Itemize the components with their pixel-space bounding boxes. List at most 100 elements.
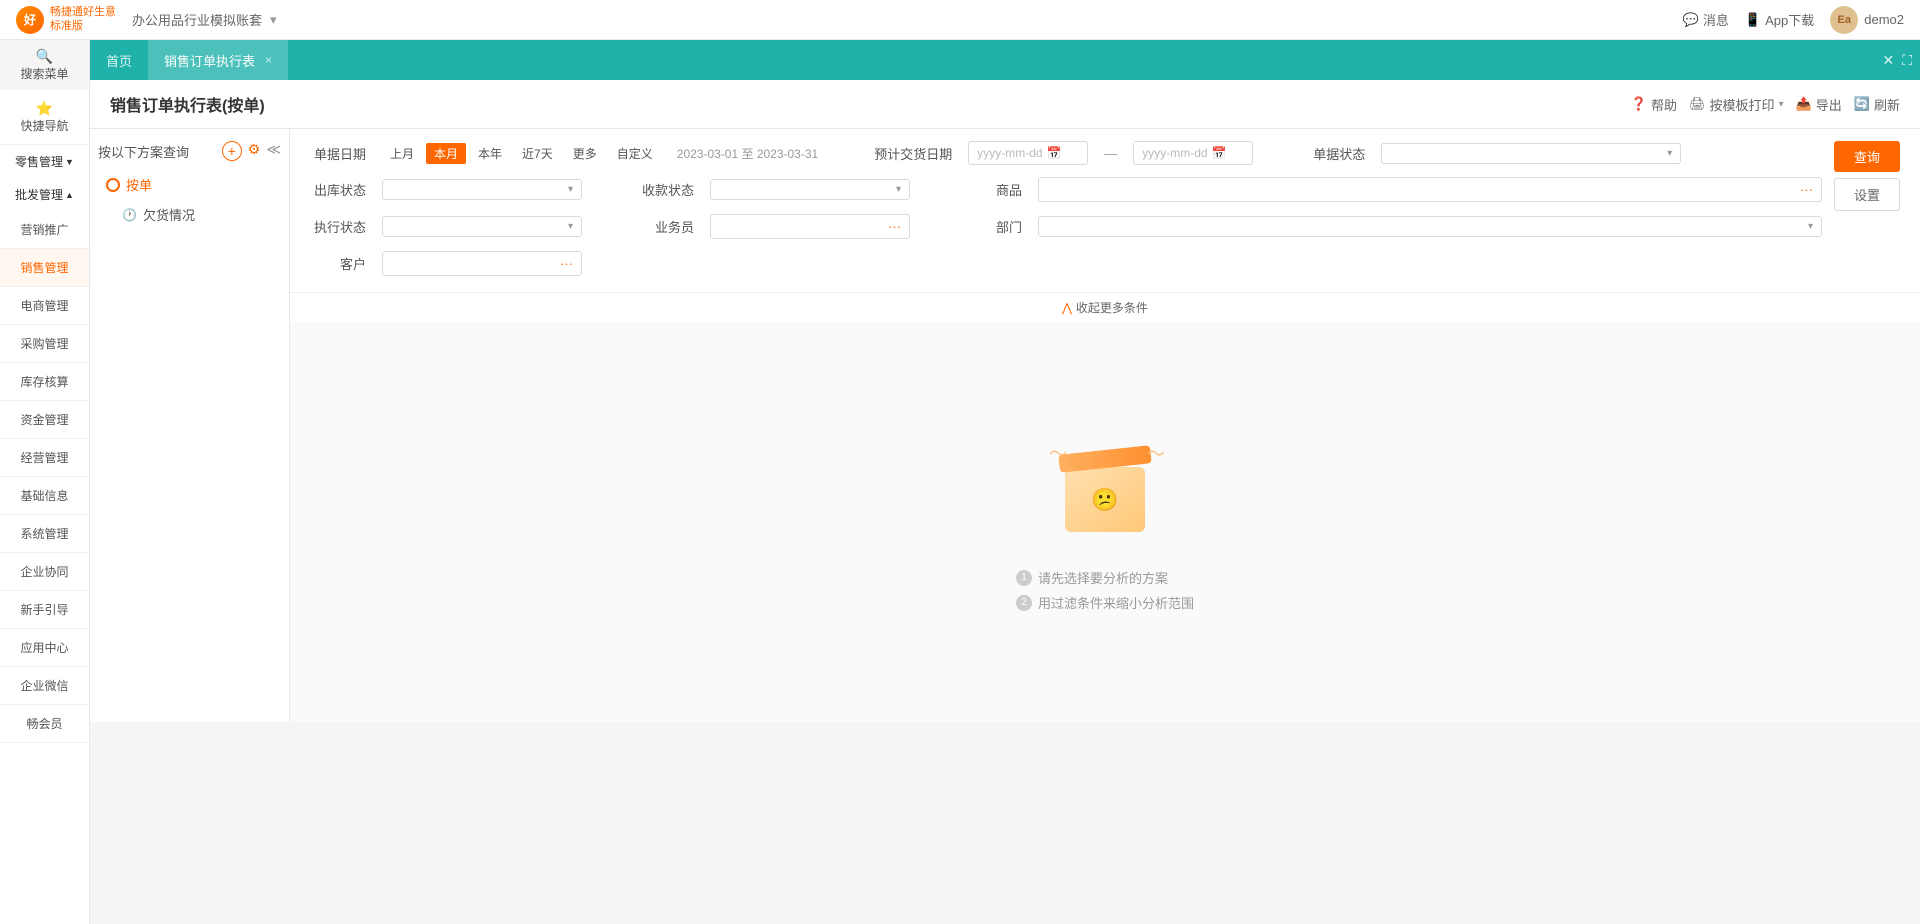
tab-close-all-icon[interactable]: ✕ [1882, 52, 1894, 69]
sub-item-shortage[interactable]: 🕐 欠货情况 [98, 200, 281, 229]
sidebar-item-enterprise[interactable]: 企业协同 [0, 553, 89, 591]
message-icon: 💬 [1683, 12, 1699, 28]
clock-icon: 🕐 [122, 208, 137, 222]
help-label: 帮助 [1651, 95, 1677, 114]
delivery-status-label: 出库状态 [310, 180, 366, 199]
top-title-arrow[interactable]: ▾ [270, 12, 277, 28]
tab-bar-actions: ✕ ⛶ [1882, 52, 1920, 69]
payment-status-select[interactable]: ▾ [710, 179, 910, 200]
salesperson-select[interactable]: ··· [710, 214, 910, 239]
doc-status-label: 单据状态 [1309, 144, 1365, 163]
sidebar-item-corpwechat[interactable]: 企业微信 [0, 667, 89, 705]
expected-date-from[interactable]: yyyy-mm-dd 📅 [968, 141, 1088, 165]
customer-select[interactable]: ··· [382, 251, 582, 276]
goods-select[interactable]: ··· [1038, 177, 1822, 202]
payment-status-label: 收款状态 [638, 180, 694, 199]
query-button[interactable]: 查询 [1834, 141, 1900, 172]
scheme-radio [106, 178, 120, 192]
tip-text-1: 请先选择要分析的方案 [1038, 568, 1168, 587]
sidebar-item-ecommerce[interactable]: 电商管理 [0, 287, 89, 325]
settings-button[interactable]: 设置 [1834, 178, 1900, 211]
sidebar-item-purchase[interactable]: 采购管理 [0, 325, 89, 363]
tab-home-label: 首页 [106, 51, 132, 70]
filter-row-4: 客户 ··· [310, 251, 1822, 276]
date-tabs: 上月 本月 本年 近7天 更多 自定义 [382, 143, 661, 164]
export-button[interactable]: 📤 导出 [1796, 95, 1842, 114]
date-tab-thisyear[interactable]: 本年 [470, 143, 510, 164]
date-label: 单据日期 [310, 144, 366, 163]
customer-ellipsis: ··· [560, 256, 573, 271]
empty-box-body: 😕 [1065, 467, 1145, 532]
sub-item-label: 欠货情况 [143, 205, 195, 224]
help-icon: ❓ [1631, 96, 1647, 112]
calendar-icon-from: 📅 [1047, 146, 1062, 160]
filter-section: 单据日期 上月 本月 本年 近7天 更多 自定义 [290, 129, 1920, 322]
date-tab-custom[interactable]: 自定义 [609, 143, 661, 164]
refresh-button[interactable]: 🔄 刷新 [1854, 95, 1900, 114]
print-button[interactable]: 🖨 按模板打印 ▾ [1689, 95, 1784, 114]
add-scheme-icon[interactable]: + [222, 141, 242, 161]
sidebar-item-system[interactable]: 系统管理 [0, 515, 89, 553]
sidebar-search-label: 搜索菜单 [4, 65, 85, 82]
sidebar-item-retail[interactable]: 零售管理 [0, 145, 89, 178]
sidebar-item-newuser[interactable]: 新手引导 [0, 591, 89, 629]
salesperson-ellipsis: ··· [888, 219, 901, 234]
tab-home[interactable]: 首页 [90, 40, 148, 80]
tab-active-label: 销售订单执行表 [164, 51, 255, 70]
filter-fields-container: 单据日期 上月 本月 本年 近7天 更多 自定义 [310, 141, 1822, 288]
two-panel: 按以下方案查询 + ⚙ ≪ 按单 [90, 129, 1920, 722]
date-to-placeholder: yyyy-mm-dd [1142, 146, 1207, 160]
calendar-icon-to: 📅 [1212, 146, 1227, 160]
sidebar-item-member[interactable]: 畅会员 [0, 705, 89, 743]
tab-sales-exec[interactable]: 销售订单执行表 × [148, 40, 288, 80]
phone-icon: 📱 [1745, 12, 1761, 28]
export-icon: 📤 [1796, 96, 1812, 112]
date-tab-more[interactable]: 更多 [565, 143, 605, 164]
delivery-caret: ▾ [568, 184, 573, 195]
left-panel-header: 按以下方案查询 + ⚙ ≪ [98, 141, 281, 161]
print-icon: 🖨 [1689, 96, 1706, 112]
logo-icon: 好 [16, 6, 44, 34]
page-header: 销售订单执行表(按单) ❓ 帮助 🖨 按模板打印 ▾ 📤 [90, 80, 1920, 129]
tab-expand-icon[interactable]: ⛶ [1902, 52, 1912, 69]
collapse-more-btn[interactable]: ⋀ 收起更多条件 [290, 292, 1920, 322]
tab-close-icon[interactable]: × [265, 53, 272, 67]
expected-date-to[interactable]: yyyy-mm-dd 📅 [1133, 141, 1253, 165]
sidebar-item-appcenter[interactable]: 应用中心 [0, 629, 89, 667]
message-button[interactable]: 💬 消息 [1683, 10, 1729, 29]
sidebar-item-basic[interactable]: 基础信息 [0, 477, 89, 515]
user-menu[interactable]: Ea demo2 [1830, 6, 1904, 34]
scheme-item-byorder[interactable]: 按单 [98, 169, 281, 200]
settings-scheme-icon[interactable]: ⚙ [248, 141, 261, 161]
sidebar-item-operation[interactable]: 经营管理 [0, 439, 89, 477]
tip-num-1: 1 [1016, 570, 1032, 586]
sidebar-item-sales[interactable]: 销售管理 [0, 249, 89, 287]
scheme-title: 按以下方案查询 [98, 142, 189, 161]
left-panel: 按以下方案查询 + ⚙ ≪ 按单 [90, 129, 290, 722]
delivery-status-select[interactable]: ▾ [382, 179, 582, 200]
sidebar-item-marketing[interactable]: 营销推广 [0, 211, 89, 249]
doc-status-caret: ▾ [1667, 148, 1672, 159]
date-tab-lastmonth[interactable]: 上月 [382, 143, 422, 164]
date-tab-7days[interactable]: 近7天 [514, 143, 561, 164]
right-panel: 单据日期 上月 本月 本年 近7天 更多 自定义 [290, 129, 1920, 722]
left-panel-icons: + ⚙ ≪ [222, 141, 281, 161]
empty-wings-right: 〜 [1147, 440, 1165, 466]
collapse-panel-icon[interactable]: ≪ [266, 141, 281, 161]
app-download-button[interactable]: 📱 App下载 [1745, 10, 1814, 29]
help-button[interactable]: ❓ 帮助 [1631, 95, 1677, 114]
date-from-placeholder: yyyy-mm-dd [977, 146, 1042, 160]
date-tab-thismonth[interactable]: 本月 [426, 143, 466, 164]
header-right: 💬 消息 📱 App下载 Ea demo2 [1683, 6, 1904, 34]
tip-num-2: 2 [1016, 595, 1032, 611]
doc-status-select[interactable]: ▾ [1381, 143, 1681, 164]
sidebar-item-wholesale[interactable]: 批发管理 [0, 178, 89, 211]
date-range-text: 2023-03-01 至 2023-03-31 [677, 145, 818, 162]
sidebar-item-quicknav[interactable]: ⭐ 快捷导航 [0, 90, 89, 145]
sidebar-item-search[interactable]: 🔍 搜索菜单 [0, 40, 89, 90]
execution-status-select[interactable]: ▾ [382, 216, 582, 237]
sidebar-item-finance[interactable]: 资金管理 [0, 401, 89, 439]
sidebar-item-inventory[interactable]: 库存核算 [0, 363, 89, 401]
department-select[interactable]: ▾ [1038, 216, 1822, 237]
app-download-label: App下载 [1765, 10, 1814, 29]
